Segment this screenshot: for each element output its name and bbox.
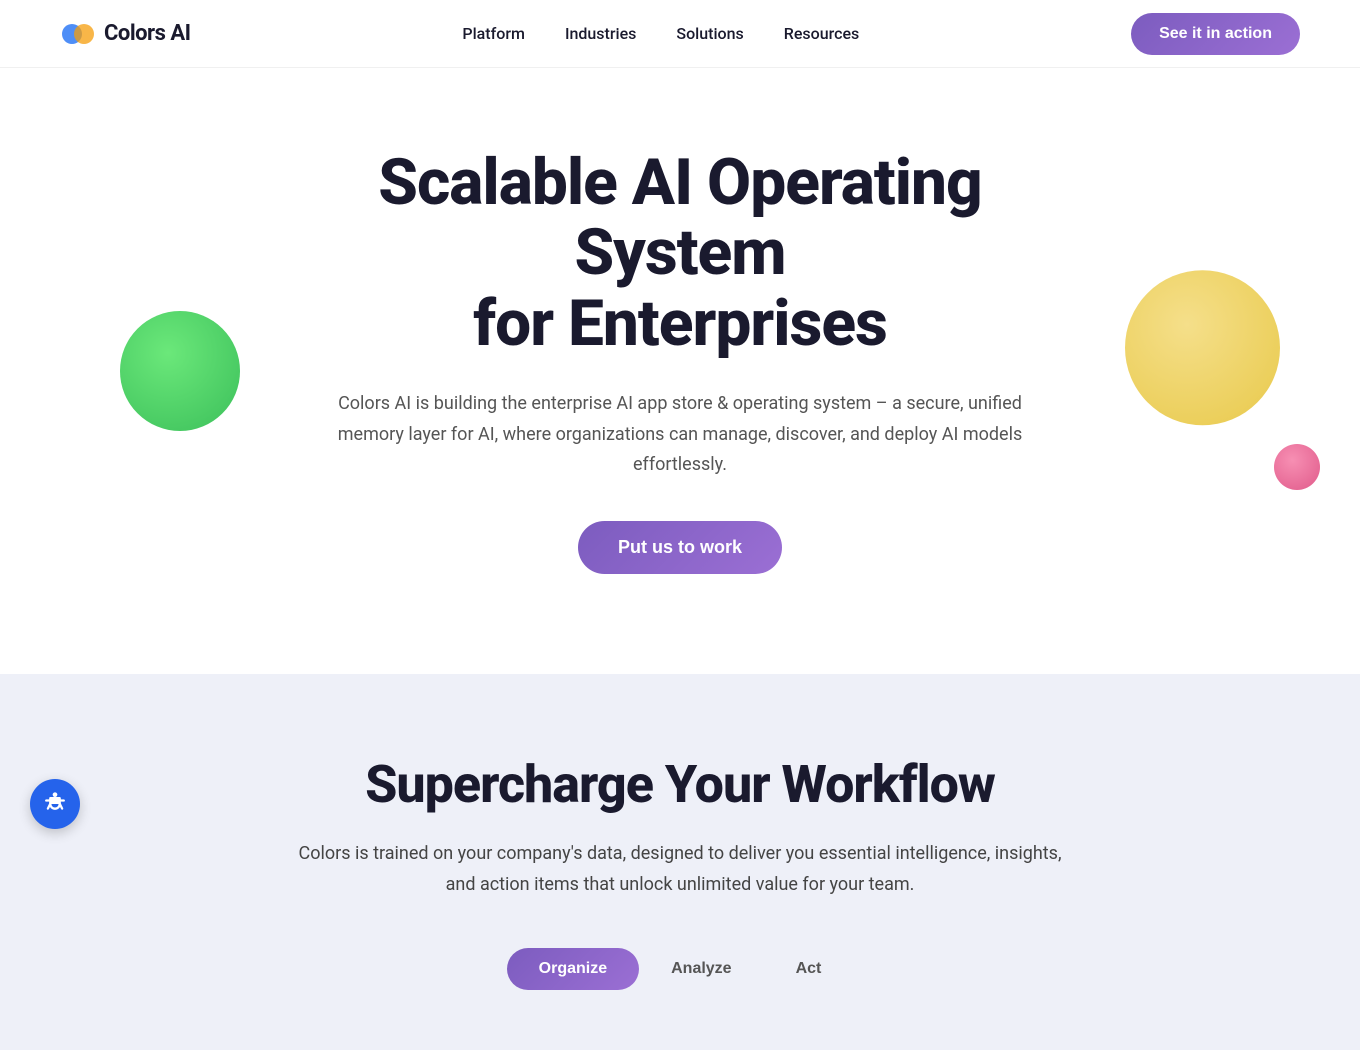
logo[interactable]: Colors AI bbox=[60, 16, 191, 52]
header: Colors AI Platform Industries Solutions … bbox=[0, 0, 1360, 68]
hero-cta-button[interactable]: Put us to work bbox=[578, 521, 782, 574]
yellow-circle-decoration bbox=[1125, 270, 1280, 425]
nav-industries[interactable]: Industries bbox=[565, 24, 636, 43]
accessibility-button[interactable] bbox=[30, 779, 80, 829]
hero-title: Scalable AI Operating System for Enterpr… bbox=[280, 148, 1080, 359]
workflow-title: Supercharge Your Workflow bbox=[60, 754, 1300, 815]
nav-solutions[interactable]: Solutions bbox=[676, 24, 743, 43]
workflow-tabs: Organize Analyze Act bbox=[60, 948, 1300, 990]
tab-act[interactable]: Act bbox=[764, 948, 854, 990]
nav-resources[interactable]: Resources bbox=[784, 24, 860, 43]
header-cta-button[interactable]: See it in action bbox=[1131, 13, 1300, 55]
main-nav: Platform Industries Solutions Resources bbox=[462, 24, 859, 43]
hero-content: Scalable AI Operating System for Enterpr… bbox=[280, 148, 1080, 574]
green-circle-decoration bbox=[120, 311, 240, 431]
hero-section: Scalable AI Operating System for Enterpr… bbox=[0, 68, 1360, 674]
nav-platform[interactable]: Platform bbox=[462, 24, 525, 43]
workflow-section: Supercharge Your Workflow Colors is trai… bbox=[0, 674, 1360, 1050]
workflow-subtitle: Colors is trained on your company's data… bbox=[290, 839, 1070, 900]
tab-organize[interactable]: Organize bbox=[507, 948, 639, 990]
accessibility-icon bbox=[41, 790, 69, 818]
logo-icon bbox=[60, 16, 96, 52]
hero-subtitle: Colors AI is building the enterprise AI … bbox=[330, 389, 1030, 481]
pink-circle-decoration bbox=[1274, 444, 1320, 490]
logo-text: Colors AI bbox=[104, 21, 191, 46]
tab-analyze[interactable]: Analyze bbox=[639, 948, 763, 990]
